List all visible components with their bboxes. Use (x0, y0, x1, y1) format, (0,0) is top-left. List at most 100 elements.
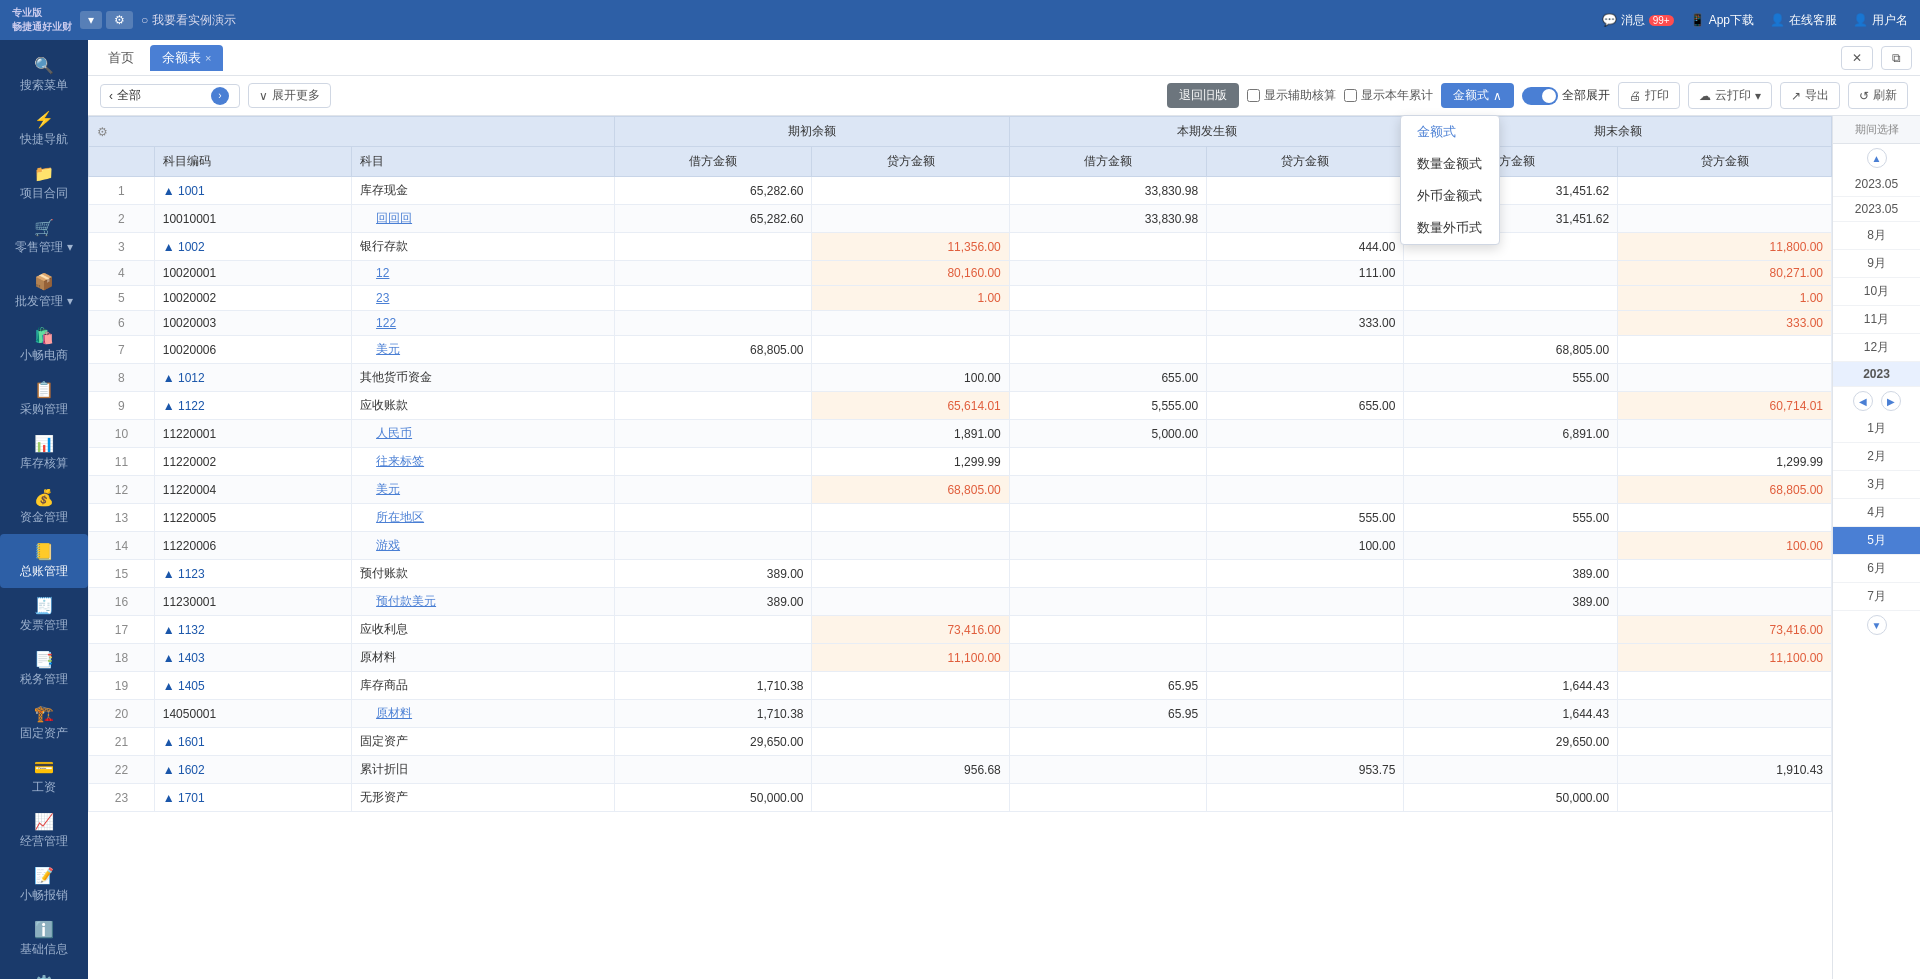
jine-dropdown-btn[interactable]: 金额式 ∧ (1441, 83, 1514, 108)
date-item[interactable]: 2023 (1833, 362, 1920, 387)
date-item[interactable]: 1月 (1833, 415, 1920, 443)
show-auxiliary-check[interactable]: 显示辅助核算 (1247, 87, 1336, 104)
search-btn[interactable]: › (211, 87, 229, 105)
table-row[interactable]: 16 11230001 预付款美元 389.00 389.00 (89, 588, 1832, 616)
cloud-print-btn[interactable]: ☁ 云打印 ▾ (1688, 82, 1772, 109)
expand-more-btn[interactable]: ∨ 展开更多 (248, 83, 331, 108)
sidebar-item-shortcut[interactable]: ⚡ 快捷导航 (0, 102, 88, 156)
settings-btn[interactable]: ⚙ (106, 11, 133, 29)
table-row[interactable]: 8 ▲ 1012 其他货币资金 100.00 655.00 555.00 (89, 364, 1832, 392)
sidebar-item-wholesale[interactable]: 📦 批发管理 ▾ (0, 264, 88, 318)
date-item[interactable]: 11月 (1833, 306, 1920, 334)
sidebar-item-salary[interactable]: 💳 工资 (0, 750, 88, 804)
table-row[interactable]: 7 10020006 美元 68,805.00 68,805.00 (89, 336, 1832, 364)
row-name[interactable]: 预付款美元 (352, 588, 615, 616)
date-prev-btn[interactable]: ◀ (1853, 391, 1873, 411)
table-row[interactable]: 2 10010001 回回回 65,282.60 33,830.98 31,45… (89, 205, 1832, 233)
table-row[interactable]: 18 ▲ 1403 原材料 11,100.00 11,100.00 (89, 644, 1832, 672)
table-row[interactable]: 11 11220002 往来标签 1,299.99 1,299.99 (89, 448, 1832, 476)
app-download-btn[interactable]: 📱 App下载 (1690, 12, 1754, 29)
row-name[interactable]: 人民币 (352, 420, 615, 448)
sidebar-item-invoice[interactable]: 🧾 发票管理 (0, 588, 88, 642)
table-row[interactable]: 10 11220001 人民币 1,891.00 5,000.00 6,891.… (89, 420, 1832, 448)
row-name[interactable]: 往来标签 (352, 448, 615, 476)
row-name[interactable]: 游戏 (352, 532, 615, 560)
table-row[interactable]: 3 ▲ 1002 银行存款 11,356.00 444.00 11,800.00 (89, 233, 1832, 261)
table-row[interactable]: 6 10020003 122 333.00 333.00 (89, 311, 1832, 336)
message-btn[interactable]: 💬 消息 99+ (1602, 12, 1674, 29)
sidebar-item-ecommerce[interactable]: 🛍️ 小畅电商 (0, 318, 88, 372)
dropdown-item-quantity_jine[interactable]: 数量金额式 (1401, 148, 1499, 180)
date-item[interactable]: 12月 (1833, 334, 1920, 362)
table-row[interactable]: 13 11220005 所在地区 555.00 555.00 (89, 504, 1832, 532)
return-btn[interactable]: 退回旧版 (1167, 83, 1239, 108)
sidebar-item-project[interactable]: 📁 项目合同 (0, 156, 88, 210)
date-item[interactable]: 4月 (1833, 499, 1920, 527)
sidebar-item-report[interactable]: 📝 小畅报销 (0, 858, 88, 912)
date-item[interactable]: 2023.05 (1833, 172, 1920, 197)
sidebar-item-inventory[interactable]: 📊 库存核算 (0, 426, 88, 480)
row-name[interactable]: 23 (352, 286, 615, 311)
table-row[interactable]: 22 ▲ 1602 累计折旧 956.68 953.75 1,910.43 (89, 756, 1832, 784)
sidebar-item-finance[interactable]: 💰 资金管理 (0, 480, 88, 534)
sidebar-item-retail[interactable]: 🛒 零售管理 ▾ (0, 210, 88, 264)
table-row[interactable]: 9 ▲ 1122 应收账款 65,614.01 5,555.00 655.00 … (89, 392, 1832, 420)
user-info[interactable]: 👤 用户名 (1853, 12, 1908, 29)
table-row[interactable]: 19 ▲ 1405 库存商品 1,710.38 65.95 1,644.43 (89, 672, 1832, 700)
search-input[interactable] (117, 89, 207, 103)
refresh-btn[interactable]: ↺ 刷新 (1848, 82, 1908, 109)
print-btn[interactable]: 🖨 打印 (1618, 82, 1680, 109)
tab-home[interactable]: 首页 (96, 45, 146, 71)
show-annual-check[interactable]: 显示本年累计 (1344, 87, 1433, 104)
date-item[interactable]: 3月 (1833, 471, 1920, 499)
date-item[interactable]: 8月 (1833, 222, 1920, 250)
sidebar-item-basic[interactable]: ℹ️ 基础信息 (0, 912, 88, 966)
table-row[interactable]: 4 10020001 12 80,160.00 111.00 80,271.00 (89, 261, 1832, 286)
demo-link[interactable]: ○ 我要看实例演示 (141, 12, 236, 29)
row-name[interactable]: 美元 (352, 476, 615, 504)
sidebar-item-purchase[interactable]: 📋 采购管理 (0, 372, 88, 426)
table-settings-icon[interactable]: ⚙ (97, 125, 108, 139)
date-item[interactable]: 2月 (1833, 443, 1920, 471)
table-row[interactable]: 1 ▲ 1001 库存现金 65,282.60 33,830.98 31,451… (89, 177, 1832, 205)
sidebar-item-system[interactable]: ⚙️ 系统管理 (0, 966, 88, 979)
date-item[interactable]: 2023.05 (1833, 197, 1920, 222)
date-item[interactable]: 5月 (1833, 527, 1920, 555)
date-item[interactable]: 10月 (1833, 278, 1920, 306)
row-name[interactable]: 122 (352, 311, 615, 336)
table-row[interactable]: 23 ▲ 1701 无形资产 50,000.00 50,000.00 (89, 784, 1832, 812)
date-down-btn[interactable]: ▼ (1867, 615, 1887, 635)
row-name[interactable]: 12 (352, 261, 615, 286)
table-row[interactable]: 12 11220004 美元 68,805.00 68,805.00 (89, 476, 1832, 504)
dropdown-item-jine[interactable]: 金额式 (1401, 116, 1499, 148)
row-name[interactable]: 美元 (352, 336, 615, 364)
date-next-btn[interactable]: ▶ (1881, 391, 1901, 411)
expand-all-toggle[interactable]: 全部展开 (1522, 87, 1610, 105)
table-row[interactable]: 5 10020002 23 1.00 1.00 (89, 286, 1832, 311)
table-row[interactable]: 17 ▲ 1132 应收利息 73,416.00 73,416.00 (89, 616, 1832, 644)
annual-checkbox[interactable] (1344, 89, 1357, 102)
sidebar-item-general[interactable]: 📒 总账管理 (0, 534, 88, 588)
auxiliary-checkbox[interactable] (1247, 89, 1260, 102)
table-container[interactable]: ⚙ 期初余额 本期发生额 期末余额 科目编码 科目 借方金额 贷方金额 (88, 116, 1832, 979)
sidebar-item-search[interactable]: 🔍 搜索菜单 (0, 48, 88, 102)
date-item[interactable]: 9月 (1833, 250, 1920, 278)
row-name[interactable]: 回回回 (352, 205, 615, 233)
table-row[interactable]: 20 14050001 原材料 1,710.38 65.95 1,644.43 (89, 700, 1832, 728)
dropdown-item-foreign_jine[interactable]: 外币金额式 (1401, 180, 1499, 212)
date-item[interactable]: 6月 (1833, 555, 1920, 583)
tab-close-btn[interactable]: ✕ (1841, 46, 1873, 70)
date-up-btn[interactable]: ▲ (1867, 148, 1887, 168)
date-item[interactable]: 7月 (1833, 583, 1920, 611)
table-row[interactable]: 14 11220006 游戏 100.00 100.00 (89, 532, 1832, 560)
sidebar-item-tax[interactable]: 📑 税务管理 (0, 642, 88, 696)
online-service-btn[interactable]: 👤 在线客服 (1770, 12, 1837, 29)
toggle-control[interactable] (1522, 87, 1558, 105)
table-row[interactable]: 15 ▲ 1123 预付账款 389.00 389.00 (89, 560, 1832, 588)
sidebar-item-assets[interactable]: 🏗️ 固定资产 (0, 696, 88, 750)
table-row[interactable]: 21 ▲ 1601 固定资产 29,650.00 29,650.00 (89, 728, 1832, 756)
row-name[interactable]: 原材料 (352, 700, 615, 728)
title-dropdown[interactable]: ▾ (80, 11, 102, 29)
tab-balance[interactable]: 余额表 × (150, 45, 223, 71)
tab-close-icon[interactable]: × (205, 52, 211, 64)
